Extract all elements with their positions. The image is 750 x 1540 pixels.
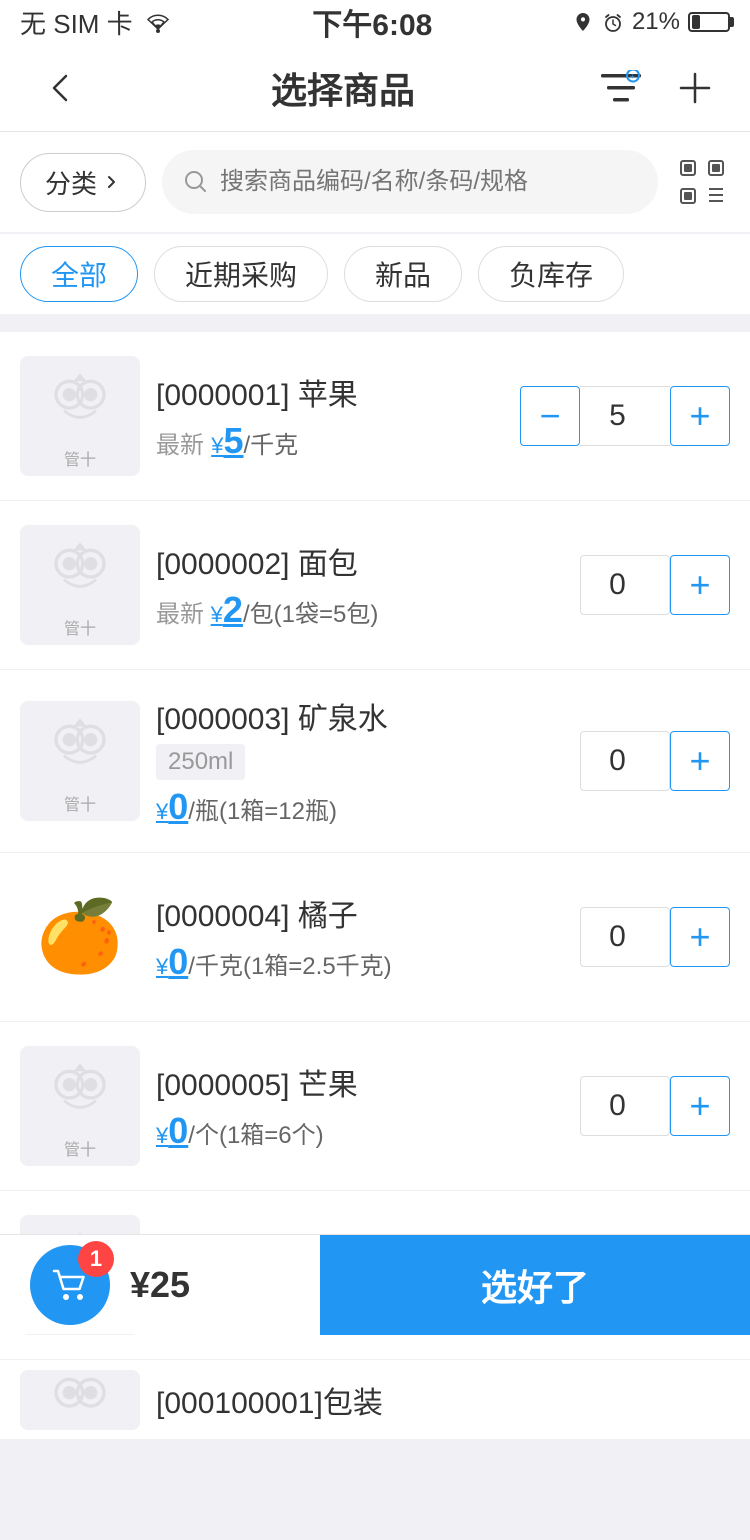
scan-button[interactable]: [674, 154, 730, 210]
section-divider: [0, 316, 750, 332]
search-box[interactable]: [162, 150, 658, 214]
page-title: 选择商品: [271, 62, 415, 114]
cart-button[interactable]: 1: [30, 1245, 110, 1325]
tab-all[interactable]: 全部: [20, 246, 138, 302]
tab-new[interactable]: 新品: [344, 246, 462, 302]
product-name: [0000004] 橘子: [156, 891, 564, 935]
product-price: ¥0/个(1箱=6个): [156, 1110, 564, 1152]
filter-button[interactable]: +: [596, 63, 646, 113]
product-name: [0000005] 芒果: [156, 1060, 564, 1104]
product-info: [0000002] 面包 最新 ¥2/包(1袋=5包): [156, 539, 564, 631]
category-button[interactable]: 分类: [20, 153, 146, 212]
battery-percent: 21%: [632, 8, 680, 36]
product-info: [0000005] 芒果 ¥0/个(1箱=6个): [156, 1060, 564, 1152]
increment-button[interactable]: +: [670, 907, 730, 967]
product-info: [0000003] 矿泉水 250ml ¥0/瓶(1箱=12瓶): [156, 694, 564, 828]
carrier-text: 无 SIM 卡: [20, 4, 133, 41]
quantity-control: +: [580, 907, 730, 967]
chevron-right-icon: [103, 173, 121, 191]
product-info: [000100001]包装: [156, 1378, 730, 1422]
cart-total: ¥25: [130, 1264, 190, 1306]
owl-icon: [40, 362, 120, 442]
increment-button[interactable]: +: [670, 731, 730, 791]
quantity-input[interactable]: [580, 907, 670, 967]
wifi-icon: [143, 11, 173, 33]
quantity-input[interactable]: [580, 555, 670, 615]
increment-button[interactable]: +: [670, 555, 730, 615]
tab-recent[interactable]: 近期采购: [154, 246, 328, 302]
product-item: 管十 [0000001] 苹果 最新 ¥5/千克 − +: [0, 332, 750, 501]
owl-icon: [40, 531, 120, 611]
tab-negative[interactable]: 负库存: [478, 246, 624, 302]
product-thumbnail: 管十: [20, 701, 140, 821]
filter-bar: 分类: [0, 132, 750, 232]
owl-icon: [40, 1370, 120, 1430]
status-carrier: 无 SIM 卡: [20, 4, 173, 41]
product-price: 最新 ¥5/千克: [156, 420, 504, 462]
product-item-partial: [000100001]包装: [0, 1360, 750, 1440]
product-name: [0000001] 苹果: [156, 370, 504, 414]
quantity-input[interactable]: [580, 386, 670, 446]
increment-button[interactable]: +: [670, 386, 730, 446]
product-item: 管十 [0000005] 芒果 ¥0/个(1箱=6个) +: [0, 1022, 750, 1191]
product-spec: 250ml: [156, 744, 245, 780]
tabs-bar: 全部 近期采购 新品 负库存: [0, 234, 750, 314]
quantity-control: +: [580, 731, 730, 791]
product-item: 🍊 [0000004] 橘子 ¥0/千克(1箱=2.5千克) +: [0, 853, 750, 1022]
quantity-control: +: [580, 1076, 730, 1136]
product-info: [0000001] 苹果 最新 ¥5/千克: [156, 370, 504, 462]
quantity-input[interactable]: [580, 1076, 670, 1136]
product-price: ¥0/千克(1箱=2.5千克): [156, 941, 564, 983]
increment-button[interactable]: +: [670, 1076, 730, 1136]
product-thumbnail: 🍊: [20, 877, 140, 997]
cart-badge: 1: [78, 1241, 114, 1277]
status-right: 21%: [572, 8, 730, 36]
product-price: ¥0/瓶(1箱=12瓶): [156, 786, 564, 828]
nav-right-actions: +: [596, 63, 720, 113]
product-item: 管十 [0000003] 矿泉水 250ml ¥0/瓶(1箱=12瓶) +: [0, 670, 750, 853]
product-thumbnail: 管十: [20, 1046, 140, 1166]
status-time: 下午6:08: [312, 0, 432, 44]
search-input[interactable]: [220, 168, 638, 196]
product-info: [0000004] 橘子 ¥0/千克(1箱=2.5千克): [156, 891, 564, 983]
product-item: 管十 [0000002] 面包 最新 ¥2/包(1袋=5包) +: [0, 501, 750, 670]
product-name: [000100001]包装: [156, 1378, 730, 1422]
location-icon: [572, 11, 594, 33]
status-bar: 无 SIM 卡 下午6:08 21%: [0, 0, 750, 44]
nav-bar: 选择商品 +: [0, 44, 750, 132]
category-label: 分类: [45, 164, 97, 201]
back-button[interactable]: [30, 58, 90, 118]
product-name: [0000002] 面包: [156, 539, 564, 583]
svg-text:+: +: [630, 72, 635, 81]
cart-section: 1 ¥25: [0, 1245, 320, 1325]
quantity-input[interactable]: [580, 731, 670, 791]
quantity-control: +: [580, 555, 730, 615]
product-thumbnail: 管十: [20, 525, 140, 645]
add-button[interactable]: [670, 63, 720, 113]
product-price: 最新 ¥2/包(1袋=5包): [156, 589, 564, 631]
search-icon: [182, 168, 210, 196]
owl-icon: [40, 1052, 120, 1132]
quantity-control: − +: [520, 386, 730, 446]
owl-icon: [40, 707, 120, 787]
bottom-bar: 1 ¥25 选好了: [0, 1234, 750, 1334]
product-thumbnail: [20, 1370, 140, 1430]
battery-icon: [688, 12, 730, 32]
alarm-icon: [602, 11, 624, 33]
product-name: [0000003] 矿泉水: [156, 694, 564, 738]
decrement-button[interactable]: −: [520, 386, 580, 446]
confirm-button[interactable]: 选好了: [320, 1235, 750, 1335]
product-thumbnail: 管十: [20, 356, 140, 476]
